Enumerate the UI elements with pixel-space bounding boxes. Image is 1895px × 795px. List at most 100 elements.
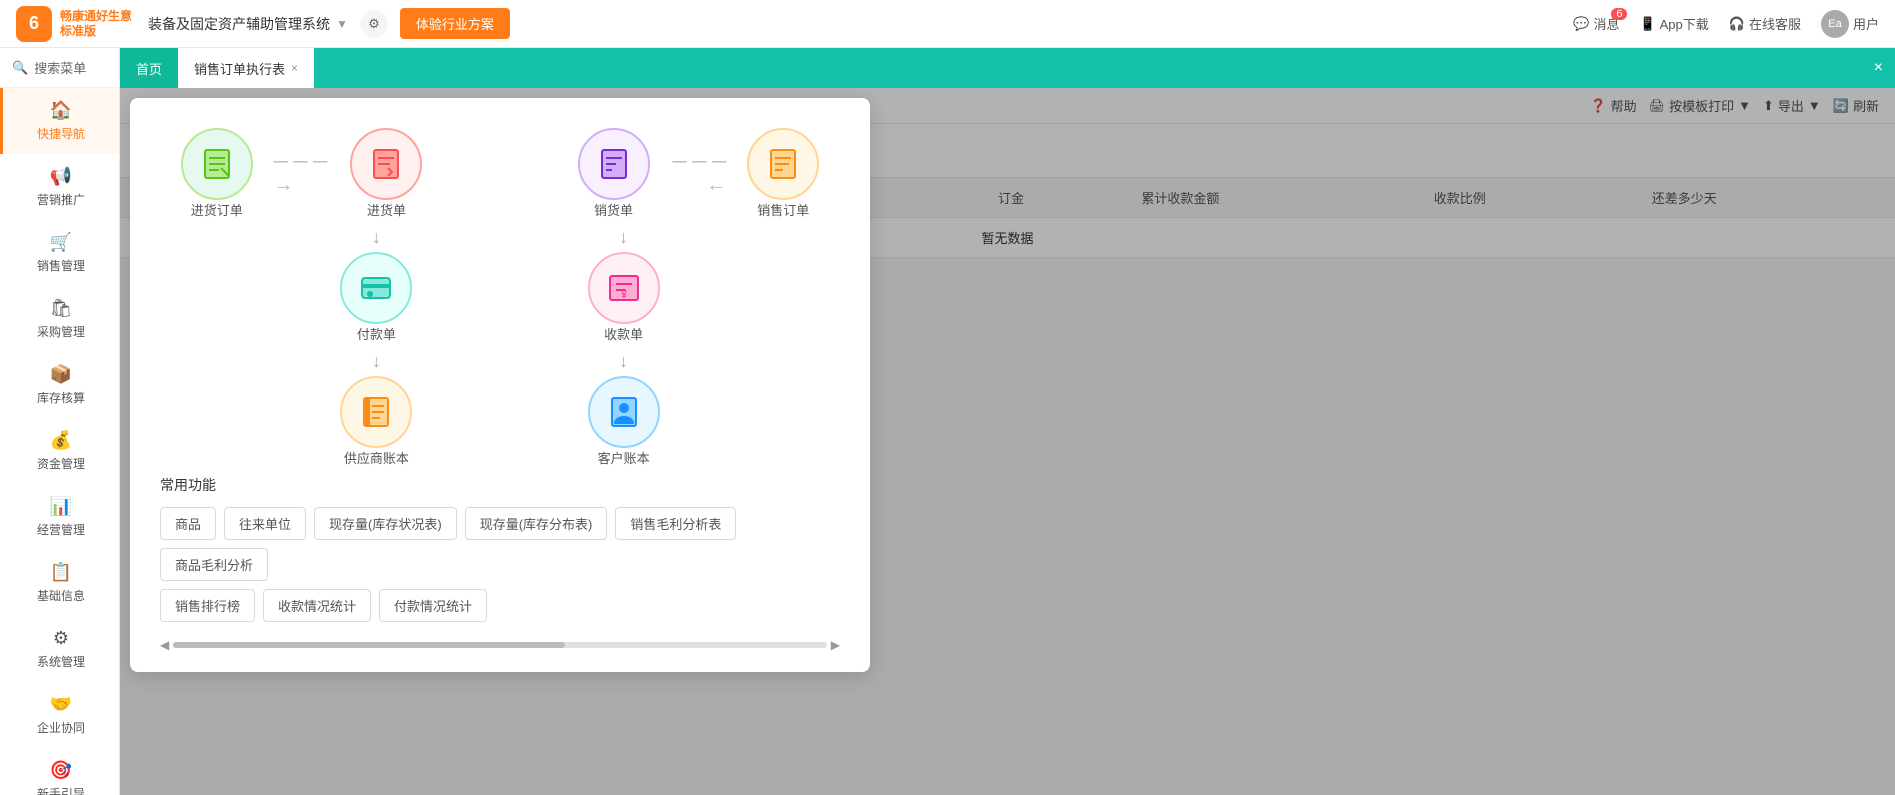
dropdown-icon[interactable]: ▼: [336, 17, 348, 31]
sidebar-item-label: 经营管理: [37, 521, 85, 538]
marketing-icon: 📢: [50, 166, 72, 187]
sidebar-item-system[interactable]: ⚙ 系统管理: [0, 616, 119, 682]
tab-close-icon[interactable]: ×: [291, 61, 298, 75]
sidebar-item-purchase[interactable]: 🛍 采购管理: [0, 286, 119, 352]
logo-text: 畅康通好生意 标准版: [60, 9, 132, 38]
app-download-action[interactable]: 📱 App下载: [1639, 14, 1708, 33]
sidebar-search-label: 搜索菜单: [34, 58, 86, 77]
flow-top-row: 进货订单 ─ ─ ─ → 进货单: [160, 128, 840, 219]
content-area: 首页 销售订单执行表 × × ❓ 帮助 🖨 按: [120, 48, 1895, 795]
bot-arrow-row: ↓ ↓: [160, 351, 840, 372]
download-icon: 📱: [1639, 16, 1655, 32]
flow-node-payment[interactable]: 付款单: [315, 252, 439, 343]
home-icon: 🏠: [50, 100, 72, 121]
arrow-po-pb: ─ ─ ─ →: [274, 151, 330, 197]
inventory-icon: 📦: [50, 364, 72, 385]
flow-node-sales-order[interactable]: 销售订单: [727, 128, 841, 219]
tab-home-label: 首页: [136, 59, 162, 78]
sidebar-item-operation[interactable]: 📊 经营管理: [0, 484, 119, 550]
scroll-left-arrow[interactable]: ◀: [160, 638, 169, 652]
logo-area: 6 畅康通好生意 标准版: [16, 6, 136, 42]
func-btn-receipt-stat[interactable]: 收款情况统计: [263, 589, 371, 622]
online-service-label: 在线客服: [1749, 14, 1801, 33]
sidebar-item-basic[interactable]: 📋 基础信息: [0, 550, 119, 616]
scroll-right-arrow[interactable]: ▶: [831, 638, 840, 652]
down-arrow-sb: ↓: [562, 227, 686, 248]
online-service-action[interactable]: 🎧 在线客服: [1729, 14, 1801, 33]
experience-button[interactable]: 体验行业方案: [400, 8, 510, 39]
supplier-ledger-circle: [340, 376, 412, 448]
func-btn-stock-status[interactable]: 现存量(库存状况表): [314, 507, 457, 540]
scroll-track: [173, 642, 827, 648]
func-buttons-row2: 销售排行榜 收款情况统计 付款情况统计: [160, 589, 840, 622]
sidebar-search[interactable]: 🔍 搜索菜单: [0, 48, 119, 88]
page-content: ❓ 帮助 🖨 按模板打印 ▼ ⬆ 导出 ▼ 🔄: [120, 88, 1895, 795]
supplier-ledger-label: 供应商账本: [344, 448, 409, 467]
message-action[interactable]: 💬 消息 6: [1573, 14, 1619, 33]
sidebar-item-label: 采购管理: [37, 323, 85, 340]
sales-bill-circle: [578, 128, 650, 200]
enterprise-icon: 🤝: [50, 694, 72, 715]
func-btn-goods-profit[interactable]: 商品毛利分析: [160, 548, 268, 581]
svg-text:¥: ¥: [620, 290, 627, 301]
purchase-icon: 🛍: [50, 298, 73, 319]
common-functions: 常用功能 商品 往来单位 现存量(库存状况表) 现存量(库存分布表) 销售毛利分…: [160, 475, 840, 622]
tab-home[interactable]: 首页: [120, 48, 178, 88]
sidebar-item-label: 基础信息: [37, 587, 85, 604]
modal-scrollbar[interactable]: ◀ ▶: [160, 638, 840, 652]
down-arrow-pay: ↓: [315, 351, 439, 372]
flow-node-supplier-ledger[interactable]: 供应商账本: [315, 376, 439, 467]
func-btn-goods[interactable]: 商品: [160, 507, 216, 540]
tab-bar-close-button[interactable]: ×: [1874, 59, 1883, 77]
logo-icon: 6: [16, 6, 52, 42]
flow-node-receipt[interactable]: ¥ 收款单: [562, 252, 686, 343]
sidebar-item-marketing[interactable]: 📢 营销推广: [0, 154, 119, 220]
flow-node-purchase-bill[interactable]: 进货单: [330, 128, 444, 219]
func-btn-sales-rank[interactable]: 销售排行榜: [160, 589, 255, 622]
system-icon: ⚙: [53, 628, 69, 649]
mid-row: 付款单 ¥ 收款单: [160, 252, 840, 343]
bot-row: 供应商账本 客户账本: [160, 376, 840, 467]
customer-ledger-label: 客户账本: [598, 448, 650, 467]
flow-node-customer-ledger[interactable]: 客户账本: [562, 376, 686, 467]
sidebar-item-finance[interactable]: 💰 资金管理: [0, 418, 119, 484]
search-icon: 🔍: [12, 60, 28, 76]
purchase-order-label: 进货订单: [191, 200, 243, 219]
settings-button[interactable]: ⚙: [360, 10, 388, 38]
purchase-order-circle: [181, 128, 253, 200]
customer-ledger-circle: [588, 376, 660, 448]
sidebar: 🔍 搜索菜单 🏠 快捷导航 📢 营销推广 🛒 销售管理 🛍 采购管理 📦: [0, 48, 120, 795]
system-title: 装备及固定资产辅助管理系统 ▼: [148, 14, 348, 34]
sales-icon: 🛒: [50, 232, 72, 253]
header-right: 💬 消息 6 📱 App下载 🎧 在线客服 Ea 用户: [1573, 10, 1879, 38]
tab-sales-order[interactable]: 销售订单执行表 ×: [178, 48, 314, 88]
sidebar-item-enterprise[interactable]: 🤝 企业协同: [0, 682, 119, 748]
flow-node-purchase-order[interactable]: 进货订单: [160, 128, 274, 219]
scroll-thumb: [173, 642, 565, 648]
sidebar-item-quick-nav[interactable]: 🏠 快捷导航: [0, 88, 119, 154]
user-action[interactable]: Ea 用户: [1821, 10, 1879, 38]
tab-sales-label: 销售订单执行表: [194, 59, 285, 78]
avatar: Ea: [1821, 10, 1849, 38]
func-buttons-row1: 商品 往来单位 现存量(库存状况表) 现存量(库存分布表) 销售毛利分析表 商品…: [160, 507, 840, 581]
modal-overlay[interactable]: 进货订单 ─ ─ ─ → 进货单: [120, 88, 1895, 795]
sidebar-item-sales[interactable]: 🛒 销售管理: [0, 220, 119, 286]
common-func-title: 常用功能: [160, 475, 840, 495]
arrow-sb-so: ─ ─ ─ →: [670, 151, 726, 197]
basic-icon: 📋: [50, 562, 72, 583]
func-btn-payment-stat[interactable]: 付款情况统计: [379, 589, 487, 622]
mid-arrow-row: ↓ ↓: [160, 227, 840, 248]
func-btn-sales-profit[interactable]: 销售毛利分析表: [615, 507, 736, 540]
func-btn-contacts[interactable]: 往来单位: [224, 507, 306, 540]
sidebar-item-label: 资金管理: [37, 455, 85, 472]
purchase-bill-label: 进货单: [367, 200, 406, 219]
func-btn-stock-dist[interactable]: 现存量(库存分布表): [465, 507, 608, 540]
sidebar-item-newbie[interactable]: 🎯 新手引导: [0, 748, 119, 795]
sidebar-item-inventory[interactable]: 📦 库存核算: [0, 352, 119, 418]
payment-circle: [340, 252, 412, 324]
purchase-bill-circle: [350, 128, 422, 200]
finance-icon: 💰: [50, 430, 72, 451]
flow-node-sales-bill[interactable]: 销货单: [557, 128, 671, 219]
newbie-icon: 🎯: [50, 760, 72, 781]
receipt-label: 收款单: [604, 324, 643, 343]
